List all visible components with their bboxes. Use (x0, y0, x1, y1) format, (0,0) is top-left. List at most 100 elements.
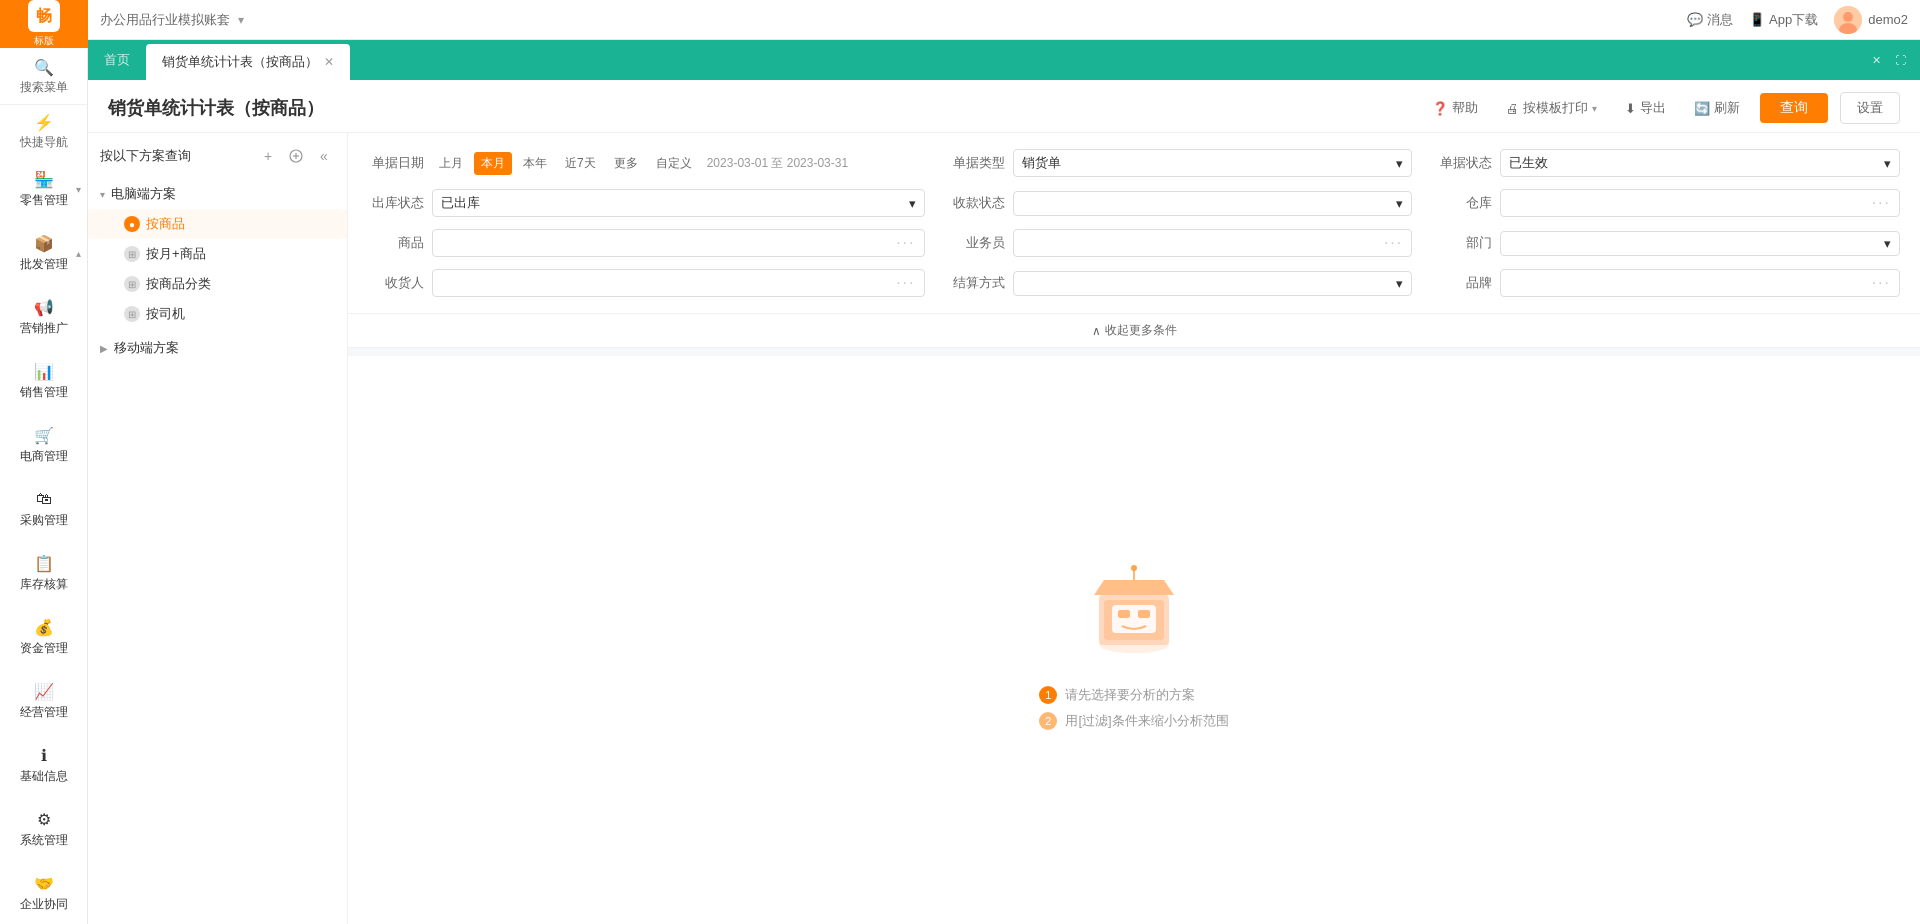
sidebar-system-label: 系统管理 (20, 832, 68, 849)
sidebar-item-purchase[interactable]: 🛍 采购管理 (0, 477, 87, 541)
date-btn-custom[interactable]: 自定义 (649, 152, 699, 175)
sidebar-item-basic[interactable]: ℹ 基础信息 (0, 733, 87, 797)
tab-close-icon[interactable]: ✕ (324, 55, 334, 69)
sidebar-item-sales[interactable]: 📊 销售管理 (0, 349, 87, 413)
tip-num-1: 1 (1039, 686, 1057, 704)
date-btn-7days[interactable]: 近7天 (558, 152, 603, 175)
help-button[interactable]: ❓ 帮助 (1424, 95, 1486, 121)
message-action[interactable]: 💬 消息 (1687, 11, 1733, 29)
tab-home-label: 首页 (104, 51, 130, 69)
add-scheme-button[interactable]: + (257, 145, 279, 167)
receiptstatus-arrow-icon: ▾ (1396, 196, 1403, 211)
filter-row-4: 收货人 ··· 结算方式 ▾ (368, 269, 1900, 297)
empty-state: 1 请先选择要分析的方案 2 用[过滤]条件来缩小分析范围 (348, 356, 1920, 924)
collapse-panel-button[interactable]: « (313, 145, 335, 167)
salesperson-input[interactable]: ··· (1013, 229, 1413, 257)
tree-section-mobile[interactable]: ▶ 移动端方案 (88, 333, 347, 363)
tree-parent-desktop[interactable]: ▾ 电脑端方案 (88, 179, 347, 209)
date-group: 上月 本月 本年 近7天 更多 自定义 2023-03-01 至 2023-03… (432, 152, 925, 175)
sidebar-collab-label: 企业协同 (20, 896, 68, 913)
brand-input[interactable]: ··· (1500, 269, 1900, 297)
export-button[interactable]: ⬇ 导出 (1617, 95, 1674, 121)
receiver-label: 收货人 (368, 274, 424, 292)
tree-child-by-month-goods[interactable]: ⊞ 按月+商品 (88, 239, 347, 269)
tab-home[interactable]: 首页 (88, 40, 146, 80)
sidebar-purchase-label: 采购管理 (20, 512, 68, 529)
sidebar-item-quicknav[interactable]: ⚡ 快捷导航 (0, 105, 87, 157)
query-button[interactable]: 查询 (1760, 93, 1828, 123)
tree-arrow-mobile: ▶ (100, 343, 108, 354)
export-label: 导出 (1640, 99, 1666, 117)
tab-sales-stats[interactable]: 销货单统计计表（按商品） ✕ (146, 44, 350, 80)
sidebar-item-collab[interactable]: 🤝 企业协同 (0, 861, 87, 924)
dept-select[interactable]: ▾ (1500, 231, 1900, 256)
sidebar-item-retail[interactable]: 🏪 零售管理 ▾ (0, 157, 87, 221)
filter-warehousestatus: 出库状态 已出库 ▾ (368, 189, 925, 217)
doctype-label: 单据类型 (949, 154, 1005, 172)
sidebar-item-finance[interactable]: 💰 资金管理 (0, 605, 87, 669)
receiptstatus-label: 收款状态 (949, 194, 1005, 212)
tree-child-by-category[interactable]: ⊞ 按商品分类 (88, 269, 347, 299)
refresh-button[interactable]: 🔄 刷新 (1686, 95, 1748, 121)
settlement-select[interactable]: ▾ (1013, 271, 1413, 296)
scheme-grid-icon-3: ⊞ (124, 306, 140, 322)
sidebar-item-ecommerce[interactable]: 🛒 电商管理 (0, 413, 87, 477)
right-main: 单据日期 上月 本月 本年 近7天 更多 自定义 2023-03-01 至 20… (348, 133, 1920, 924)
date-control: 上月 本月 本年 近7天 更多 自定义 2023-03-01 至 2023-03… (432, 152, 925, 175)
date-btn-lastmonth[interactable]: 上月 (432, 152, 470, 175)
settings-button[interactable]: 设置 (1840, 92, 1900, 124)
tree-section-desktop: ▾ 电脑端方案 ● 按商品 ⊞ 按月+商品 ⊞ 按商品分类 (88, 175, 347, 333)
sidebar-item-search[interactable]: 🔍 搜索菜单 (0, 48, 87, 105)
sidebar-basic-label: 基础信息 (20, 768, 68, 785)
tip-text-2: 用[过滤]条件来缩小分析范围 (1065, 712, 1228, 730)
svg-rect-11 (1118, 610, 1130, 618)
tree-child-by-goods[interactable]: ● 按商品 (88, 209, 347, 239)
breadcrumb: 办公用品行业模拟账套 (100, 11, 230, 29)
goods-dots-icon: ··· (896, 234, 915, 252)
filter-goods: 商品 ··· (368, 229, 925, 257)
app-download-action[interactable]: 📱 App下载 (1749, 11, 1818, 29)
doctype-value: 销货单 (1022, 154, 1061, 172)
sidebar-item-operations[interactable]: 📈 经营管理 (0, 669, 87, 733)
sidebar-item-marketing[interactable]: 📢 营销推广 (0, 285, 87, 349)
receiver-input[interactable]: ··· (432, 269, 925, 297)
print-button[interactable]: 🖨 按模板打印 ▾ (1498, 95, 1605, 121)
warehouse-input[interactable]: ··· (1500, 189, 1900, 217)
sidebar-item-wholesale[interactable]: 📦 批发管理 ▴ (0, 221, 87, 285)
tree-child-by-driver[interactable]: ⊞ 按司机 (88, 299, 347, 329)
tab-bar: 首页 销货单统计计表（按商品） ✕ ✕ ⛶ (88, 40, 1920, 80)
receiver-dots-icon: ··· (896, 274, 915, 292)
sidebar-wholesale-label: 批发管理 (20, 256, 68, 273)
doctype-select[interactable]: 销货单 ▾ (1013, 149, 1413, 177)
warehousestatus-select[interactable]: 已出库 ▾ (432, 189, 925, 217)
svg-rect-12 (1138, 610, 1150, 618)
filter-salesperson: 业务员 ··· (949, 229, 1413, 257)
page-content: 销货单统计计表（按商品） ❓ 帮助 🖨 按模板打印 ▾ ⬇ 导出 🔄 刷新 (88, 80, 1920, 924)
date-btn-thismonth[interactable]: 本月 (474, 152, 512, 175)
user-profile[interactable]: demo2 (1834, 6, 1908, 34)
tab-sales-stats-label: 销货单统计计表（按商品） (162, 53, 318, 71)
goods-input[interactable]: ··· (432, 229, 925, 257)
collapse-bar[interactable]: ∧ 收起更多条件 (348, 314, 1920, 348)
sidebar-item-inventory[interactable]: 📋 库存核算 (0, 541, 87, 605)
sidebar-ecommerce-label: 电商管理 (20, 448, 68, 465)
docstatus-select[interactable]: 已生效 ▾ (1500, 149, 1900, 177)
breadcrumb-dropdown[interactable]: ▾ (238, 13, 244, 27)
edit-scheme-button[interactable] (285, 145, 307, 167)
salesperson-label: 业务员 (949, 234, 1005, 252)
message-label: 消息 (1707, 11, 1733, 29)
date-btn-more[interactable]: 更多 (607, 152, 645, 175)
sidebar-item-system[interactable]: ⚙ 系统管理 (0, 797, 87, 861)
window-maximize-btn[interactable]: ⛶ (1892, 52, 1908, 68)
avatar (1834, 6, 1862, 34)
docstatus-value: 已生效 (1509, 154, 1548, 172)
svg-point-14 (1131, 565, 1137, 571)
window-close-btn[interactable]: ✕ (1868, 52, 1884, 68)
receiptstatus-select[interactable]: ▾ (1013, 191, 1413, 216)
refresh-label: 刷新 (1714, 99, 1740, 117)
content-area: 按以下方案查询 + « ▾ 电脑端方案 ● (88, 133, 1920, 924)
date-btn-thisyear[interactable]: 本年 (516, 152, 554, 175)
app-logo[interactable]: 畅 标版 (0, 0, 88, 48)
print-label: 按模板打印 (1523, 99, 1588, 117)
left-panel: 按以下方案查询 + « ▾ 电脑端方案 ● (88, 133, 348, 924)
